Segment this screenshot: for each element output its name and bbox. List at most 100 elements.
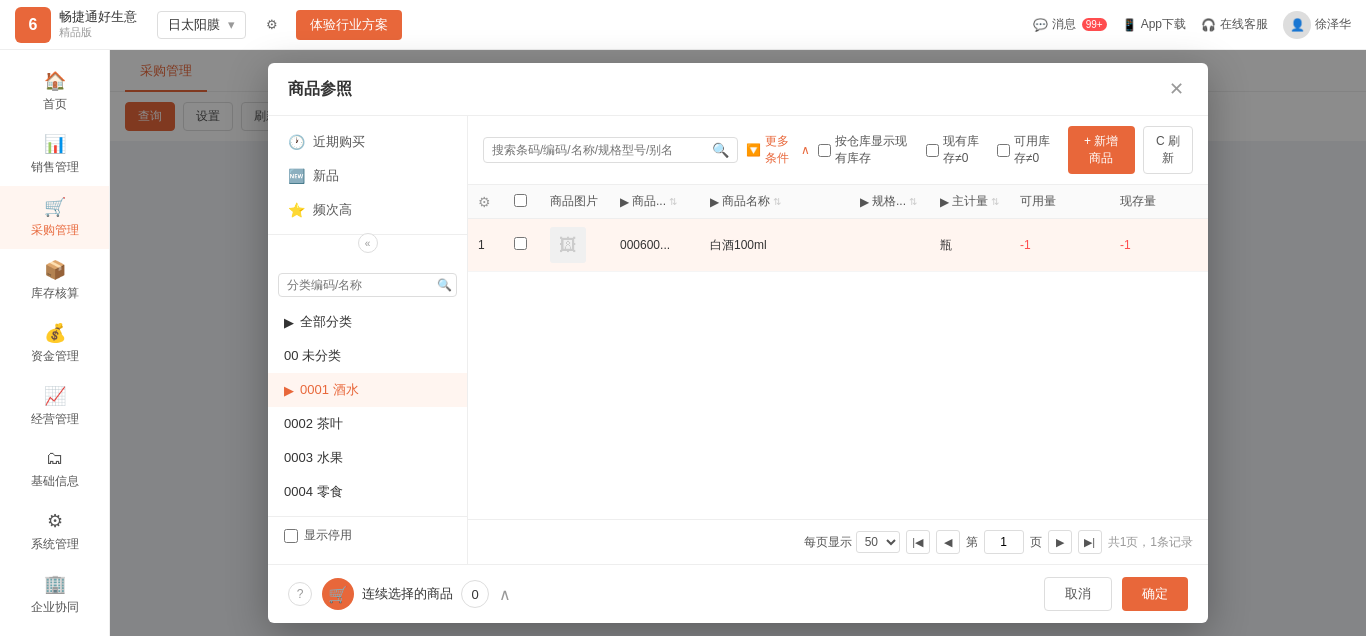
help-icon[interactable]: ? <box>288 582 312 606</box>
th-code[interactable]: ▶ 商品... ⇅ <box>610 185 700 219</box>
th-settings[interactable]: ⚙ <box>468 185 504 219</box>
new-icon: 🆕 <box>288 168 305 184</box>
confirm-button[interactable]: 确定 <box>1122 577 1188 611</box>
experience-button[interactable]: 体验行业方案 <box>296 10 402 40</box>
row-checkbox[interactable] <box>504 219 540 272</box>
sidebar-item-home[interactable]: 🏠 首页 <box>0 60 109 123</box>
category-search-input[interactable] <box>287 278 437 292</box>
page-number-input[interactable] <box>984 530 1024 554</box>
category-beverages[interactable]: 0005 饮料 <box>268 509 467 516</box>
page-label: 第 <box>966 534 978 551</box>
online-service-btn[interactable]: 🎧 在线客服 <box>1201 16 1268 33</box>
row-name: 白酒100ml <box>700 219 850 272</box>
usable-checkbox[interactable] <box>997 144 1010 157</box>
cart-icon[interactable]: 🛒 <box>322 578 354 610</box>
headset-icon: 🎧 <box>1201 18 1216 32</box>
operations-icon: 📈 <box>44 385 66 407</box>
sort-icon-spec: ⇅ <box>909 196 917 207</box>
category-search-icon[interactable]: 🔍 <box>437 278 452 292</box>
row-select-checkbox[interactable] <box>514 237 527 250</box>
category-tea[interactable]: 0002 茶叶 <box>268 407 467 441</box>
add-product-button[interactable]: + 新增商品 <box>1068 126 1135 174</box>
category-liquor[interactable]: ▶ 0001 酒水 <box>268 373 467 407</box>
sort-icon-unit: ⇅ <box>991 196 999 207</box>
table-row[interactable]: 1 🖼 00 <box>468 219 1208 272</box>
prev-page-btn[interactable]: ◀ <box>936 530 960 554</box>
modal-overlay: 商品参照 ✕ 🕐 近期购买 🆕 <box>110 50 1366 636</box>
top-nav: 6 畅捷通好生意 精品版 日太阳膜 ▾ ⚙ 体验行业方案 💬 消息 99+ 📱 … <box>0 0 1366 50</box>
category-snacks[interactable]: 0004 零食 <box>268 475 467 509</box>
modal-footer: ? 🛒 连续选择的商品 0 ∧ 取消 确定 <box>268 564 1208 623</box>
check-warehouse-option[interactable]: 按仓库显示现有库存 <box>818 133 918 167</box>
sidebar-item-inventory[interactable]: 📦 库存核算 <box>0 249 109 312</box>
logo-text: 畅捷通好生意 精品版 <box>59 9 137 41</box>
th-stock: 现存量 <box>1110 185 1208 219</box>
tab-high-frequency[interactable]: ⭐ 频次高 <box>278 194 457 226</box>
collapse-panel-btn[interactable]: « <box>358 233 378 253</box>
row-unit: 瓶 <box>930 219 1010 272</box>
first-page-btn[interactable]: |◀ <box>906 530 930 554</box>
pagination: 每页显示 50 |◀ ◀ 第 页 ▶ ▶| <box>468 519 1208 564</box>
collapse-cart-icon[interactable]: ∧ <box>499 585 511 604</box>
star-icon: ⭐ <box>288 202 305 218</box>
show-disabled-wrap: 显示停用 <box>268 516 467 554</box>
message-badge: 99+ <box>1082 18 1107 31</box>
tab-recent-purchase[interactable]: 🕐 近期购买 <box>278 126 457 158</box>
cart-area: 🛒 连续选择的商品 0 <box>322 578 489 610</box>
left-panel-tabs: 🕐 近期购买 🆕 新品 ⭐ 频次高 <box>268 126 467 226</box>
sidebar-item-finance[interactable]: 💰 资金管理 <box>0 312 109 375</box>
cancel-button[interactable]: 取消 <box>1044 577 1112 611</box>
logo-area: 6 畅捷通好生意 精品版 <box>15 7 137 43</box>
gear-icon[interactable]: ⚙ <box>478 194 491 210</box>
sidebar-item-enterprise[interactable]: 🏢 企业协同 <box>0 563 109 626</box>
available-checkbox[interactable] <box>926 144 939 157</box>
search-icon[interactable]: 🔍 <box>712 142 729 158</box>
th-spec[interactable]: ▶ 规格... ⇅ <box>850 185 930 219</box>
message-btn[interactable]: 💬 消息 99+ <box>1033 16 1107 33</box>
sidebar-item-system[interactable]: ⚙ 系统管理 <box>0 500 109 563</box>
inventory-icon: 📦 <box>44 259 66 281</box>
sidebar-item-sales[interactable]: 📊 销售管理 <box>0 123 109 186</box>
page-size-dropdown[interactable]: 50 <box>856 531 900 553</box>
check-available-option[interactable]: 现有库存≠0 <box>926 133 989 167</box>
active-arrow-icon: ▶ <box>284 383 294 398</box>
sidebar-item-operations[interactable]: 📈 经营管理 <box>0 375 109 438</box>
enterprise-icon: 🏢 <box>44 573 66 595</box>
settings-icon[interactable]: ⚙ <box>256 9 288 41</box>
right-panel: 🔍 🔽 更多条件 ∧ 按仓库显示现有库存 <box>468 116 1208 564</box>
modal-body: 🕐 近期购买 🆕 新品 ⭐ 频次高 <box>268 116 1208 564</box>
th-name[interactable]: ▶ 商品名称 ⇅ <box>700 185 850 219</box>
th-checkbox[interactable] <box>504 185 540 219</box>
filter-button[interactable]: 🔽 更多条件 ∧ <box>746 133 810 167</box>
user-profile-btn[interactable]: 👤 徐泽华 <box>1283 11 1351 39</box>
close-icon[interactable]: ✕ <box>1164 77 1188 101</box>
row-index: 1 <box>468 219 504 272</box>
page-suffix: 页 <box>1030 534 1042 551</box>
nav-right: 💬 消息 99+ 📱 App下载 🎧 在线客服 👤 徐泽华 <box>1033 11 1351 39</box>
check-usable-option[interactable]: 可用库存≠0 <box>997 133 1060 167</box>
sidebar-item-purchase[interactable]: 🛒 采购管理 <box>0 186 109 249</box>
tab-new-product[interactable]: 🆕 新品 <box>278 160 457 192</box>
search-input[interactable] <box>492 143 712 157</box>
category-all[interactable]: ▶ 全部分类 <box>268 305 467 339</box>
last-page-btn[interactable]: ▶| <box>1078 530 1102 554</box>
store-selector[interactable]: 日太阳膜 ▾ <box>157 11 246 39</box>
next-page-btn[interactable]: ▶ <box>1048 530 1072 554</box>
sidebar-item-base-info[interactable]: 🗂 基础信息 <box>0 438 109 500</box>
clock-icon: 🕐 <box>288 134 305 150</box>
sidebar-item-guide[interactable]: 🎯 新手引导 <box>0 626 109 636</box>
category-fruit[interactable]: 0003 水果 <box>268 441 467 475</box>
expand-all-icon: ▶ <box>284 315 294 330</box>
th-unit[interactable]: ▶ 主计量 ⇅ <box>930 185 1010 219</box>
select-all-checkbox[interactable] <box>514 194 527 207</box>
row-stock: -1 <box>1110 219 1208 272</box>
refresh-button[interactable]: C 刷新 <box>1143 126 1193 174</box>
row-image: 🖼 <box>540 219 610 272</box>
purchase-icon: 🛒 <box>44 196 66 218</box>
app-download-btn[interactable]: 📱 App下载 <box>1122 16 1186 33</box>
warehouse-checkbox[interactable] <box>818 144 831 157</box>
show-disabled-checkbox[interactable] <box>284 529 298 543</box>
product-reference-modal: 商品参照 ✕ 🕐 近期购买 🆕 <box>268 63 1208 623</box>
base-info-icon: 🗂 <box>46 448 64 469</box>
category-uncategorized[interactable]: 00 未分类 <box>268 339 467 373</box>
